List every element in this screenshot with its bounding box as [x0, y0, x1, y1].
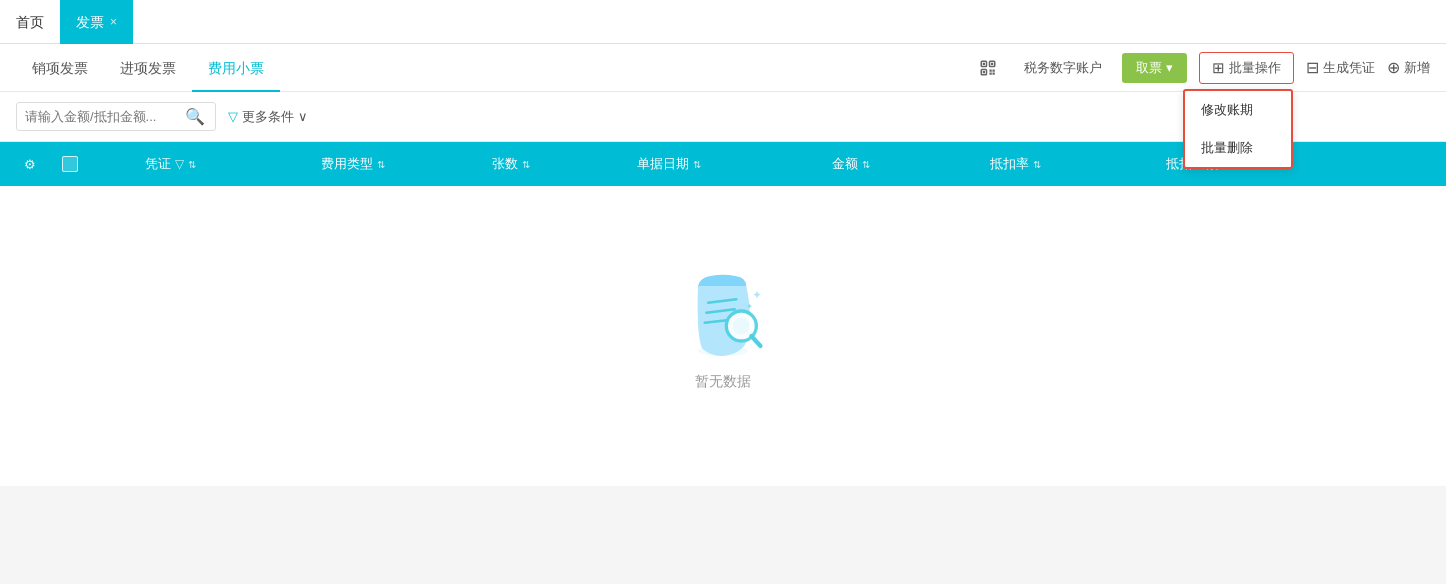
svg-text:✦: ✦	[746, 301, 753, 311]
more-conditions-button[interactable]: ▽ 更多条件 ∨	[228, 108, 308, 126]
select-all-checkbox[interactable]	[62, 156, 78, 172]
amount-sort-icon[interactable]: ⇅	[862, 159, 870, 170]
bulk-icon: ⊞	[1212, 59, 1225, 77]
expense-type-column[interactable]: 费用类型 ⇅	[252, 155, 453, 173]
generate-voucher-icon: ⊟	[1306, 58, 1319, 77]
checkbox-column[interactable]	[52, 156, 88, 172]
filter-icon: ▽	[228, 109, 238, 124]
deduction-rate-column[interactable]: 抵扣率 ⇅	[933, 155, 1097, 173]
svg-rect-8	[990, 72, 992, 74]
bulk-op-button[interactable]: ⊞ 批量操作 修改账期 批量删除	[1199, 52, 1294, 84]
invoice-tab-label: 发票	[76, 0, 104, 44]
expense-type-sort-icon[interactable]: ⇅	[377, 159, 385, 170]
generate-voucher-label: 生成凭证	[1323, 59, 1375, 77]
add-icon: ⊕	[1387, 58, 1400, 77]
sub-tab-bar: 销项发票 进项发票 费用小票 税务数字账户 取票 ▾ ⊞	[0, 44, 1446, 92]
modify-period-item[interactable]: 修改账期	[1185, 91, 1291, 129]
close-icon[interactable]: ×	[110, 0, 117, 44]
invoice-tab[interactable]: 发票 ×	[60, 0, 133, 44]
svg-point-16	[733, 318, 750, 335]
empty-state: ✦ ✦ 暂无数据	[673, 261, 773, 391]
expense-type-label: 费用类型	[321, 155, 373, 173]
sub-tab-actions: 税务数字账户 取票 ▾ ⊞ 批量操作 修改账期 批量删除 ⊟ 生成凭证 ⊕ 新增	[972, 52, 1430, 84]
add-button[interactable]: ⊕ 新增	[1387, 58, 1430, 77]
voucher-filter-icon: ▽	[175, 157, 184, 171]
voucher-sort-icon[interactable]: ⇅	[188, 159, 196, 170]
svg-rect-4	[991, 62, 993, 64]
table-body: ✦ ✦ 暂无数据	[0, 186, 1446, 486]
tab-expense[interactable]: 费用小票	[192, 44, 280, 92]
qr-icon-button[interactable]	[972, 52, 1004, 84]
empty-text: 暂无数据	[695, 373, 751, 391]
home-tab[interactable]: 首页	[0, 0, 60, 44]
svg-rect-7	[993, 69, 995, 71]
more-conditions-label: 更多条件	[242, 108, 294, 126]
bulk-delete-item[interactable]: 批量删除	[1185, 129, 1291, 167]
tab-sales[interactable]: 销项发票	[16, 44, 104, 92]
svg-rect-9	[993, 72, 995, 74]
search-input-wrap[interactable]: 🔍	[16, 102, 216, 131]
settings-column[interactable]: ⚙	[8, 157, 52, 172]
svg-rect-5	[983, 71, 985, 73]
amount-column[interactable]: 金额 ⇅	[769, 155, 933, 173]
generate-voucher-button[interactable]: ⊟ 生成凭证	[1306, 58, 1375, 77]
voucher-label: 凭证	[145, 155, 171, 173]
quopiao-arrow-icon: ▾	[1166, 60, 1173, 75]
empty-illustration: ✦ ✦	[673, 261, 773, 361]
bulk-op-dropdown: 修改账期 批量删除	[1183, 89, 1293, 169]
top-nav: 首页 发票 ×	[0, 0, 1446, 44]
deduction-rate-label: 抵扣率	[990, 155, 1029, 173]
voucher-column[interactable]: 凭证 ▽ ⇅	[88, 155, 252, 173]
count-label: 张数	[492, 155, 518, 173]
add-label: 新增	[1404, 59, 1430, 77]
settings-icon: ⚙	[24, 157, 36, 172]
svg-rect-6	[990, 69, 992, 71]
amount-label: 金额	[832, 155, 858, 173]
deduction-rate-sort-icon[interactable]: ⇅	[1033, 159, 1041, 170]
date-column[interactable]: 单据日期 ⇅	[568, 155, 769, 173]
tab-input[interactable]: 进项发票	[104, 44, 192, 92]
search-icon[interactable]: 🔍	[185, 107, 205, 126]
date-label: 单据日期	[637, 155, 689, 173]
tax-digital-button[interactable]: 税务数字账户	[1016, 59, 1110, 77]
quopiao-button[interactable]: 取票 ▾	[1122, 53, 1187, 83]
search-input[interactable]	[25, 109, 185, 124]
date-sort-icon[interactable]: ⇅	[693, 159, 701, 170]
quopiao-label: 取票	[1136, 59, 1162, 77]
count-column[interactable]: 张数 ⇅	[453, 155, 568, 173]
svg-text:✦: ✦	[752, 288, 762, 301]
sub-tabs: 销项发票 进项发票 费用小票	[16, 44, 280, 91]
bulk-op-label: 批量操作	[1229, 59, 1281, 77]
count-sort-icon[interactable]: ⇅	[522, 159, 530, 170]
svg-line-15	[751, 336, 760, 346]
chevron-down-icon: ∨	[298, 109, 308, 124]
svg-rect-3	[983, 62, 985, 64]
